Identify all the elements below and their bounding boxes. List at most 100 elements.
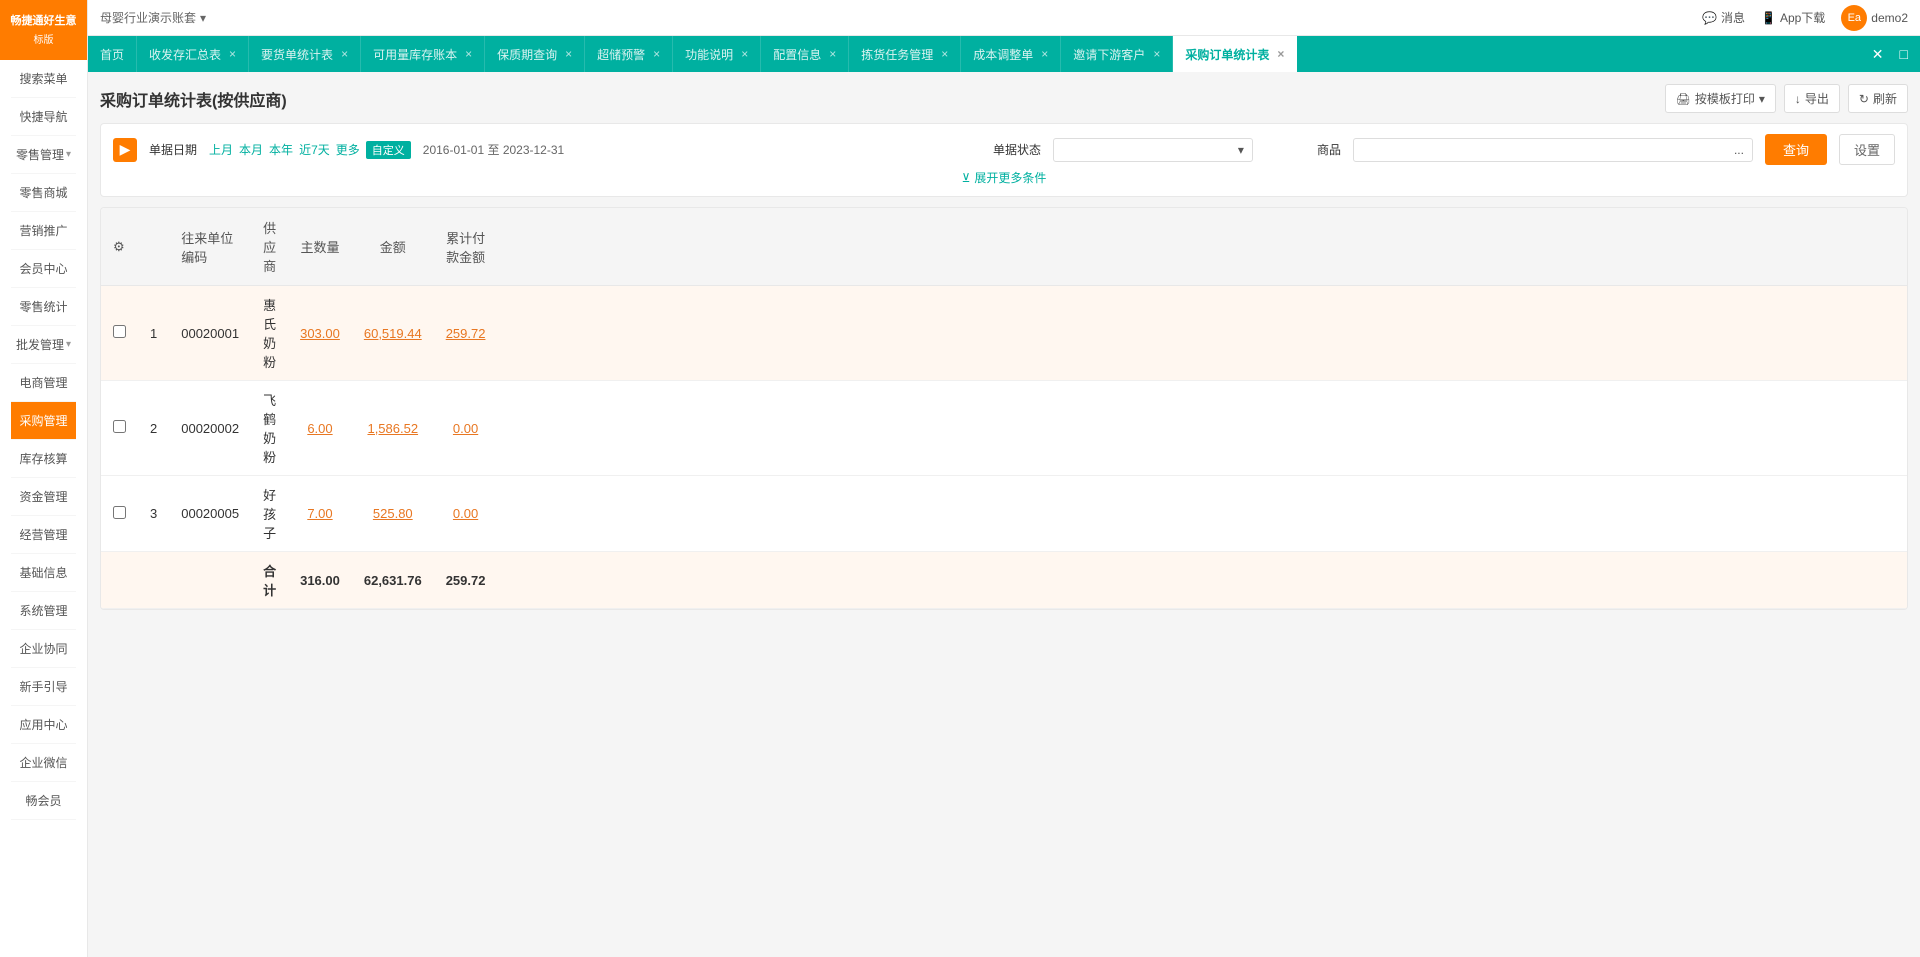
tab-label-11: 采购订单统计表: [1185, 46, 1269, 63]
sidebar-item-10[interactable]: 库存核算: [11, 440, 76, 478]
tab-item-0[interactable]: 首页: [88, 36, 137, 72]
export-button[interactable]: ↓ 导出: [1784, 84, 1840, 113]
tab-close-2[interactable]: ×: [341, 47, 348, 61]
tab-item-9[interactable]: 成本调整单×: [961, 36, 1061, 72]
avatar: Ea: [1841, 5, 1867, 31]
filter-toggle-btn[interactable]: ▶: [113, 138, 137, 162]
print-dropdown-icon: ▾: [1759, 92, 1765, 106]
sidebar-item-1[interactable]: 快捷导航: [11, 98, 76, 136]
tab-label-8: 拣货任务管理: [861, 46, 933, 63]
checkbox-1[interactable]: [113, 420, 126, 433]
sidebar-item-4[interactable]: 营销推广: [11, 212, 76, 250]
shortcut-7days[interactable]: 近7天: [299, 141, 330, 158]
settings-gear-icon[interactable]: ⚙: [113, 239, 125, 254]
tab-close-8[interactable]: ×: [941, 47, 948, 61]
sidebar-item-11[interactable]: 资金管理: [11, 478, 76, 516]
status-select[interactable]: ▾: [1053, 138, 1253, 162]
paid-link-1[interactable]: 0.00: [453, 421, 478, 436]
sidebar-item-label-14: 系统管理: [19, 602, 67, 619]
tab-close-10[interactable]: ×: [1153, 47, 1160, 61]
message-btn[interactable]: 💬 消息: [1702, 9, 1745, 26]
sidebar-item-9[interactable]: 采购管理: [11, 402, 76, 440]
tab-item-8[interactable]: 拣货任务管理 ×: [849, 36, 961, 72]
goods-input[interactable]: ...: [1353, 138, 1753, 162]
sidebar-item-19[interactable]: 畅会员: [11, 782, 76, 820]
tab-item-11[interactable]: 采购订单统计表 ×: [1173, 36, 1297, 72]
amount-link-1[interactable]: 1,586.52: [367, 421, 418, 436]
tab-label-6: 功能说明: [685, 46, 733, 63]
expand-more-btn[interactable]: ⊻ 展开更多条件: [113, 165, 1895, 186]
table-row: 2 00020002 飞鹤奶粉 6.00 1,586.52 0.00: [101, 381, 1907, 476]
row-checkbox-2[interactable]: [101, 476, 138, 552]
quantity-link-2[interactable]: 7.00: [307, 506, 332, 521]
tab-item-5[interactable]: 超储预警×: [585, 36, 673, 72]
amount-link-2[interactable]: 525.80: [373, 506, 413, 521]
sidebar-item-15[interactable]: 企业协同: [11, 630, 76, 668]
tab-item-7[interactable]: 配置信息 ×: [761, 36, 849, 72]
tab-close-7[interactable]: ×: [829, 47, 836, 61]
sidebar-item-0[interactable]: 搜索菜单: [11, 60, 76, 98]
date-range-display[interactable]: 2016-01-01 至 2023-12-31: [423, 141, 564, 158]
app-download-btn[interactable]: 📱 App下载: [1761, 9, 1825, 26]
tab-close-1[interactable]: ×: [229, 47, 236, 61]
goods-filter-label: 商品: [1317, 141, 1341, 158]
sidebar-item-label-1: 快捷导航: [19, 108, 67, 125]
sidebar-item-14[interactable]: 系统管理: [11, 592, 76, 630]
tab-label-7: 配置信息: [773, 46, 821, 63]
logo-sub: 标版: [34, 31, 54, 46]
shortcut-this-year[interactable]: 本年: [269, 141, 293, 158]
row-extra-0: [497, 286, 1907, 381]
row-paid-1: 0.00: [434, 381, 498, 476]
paid-link-0[interactable]: 259.72: [446, 326, 486, 341]
custom-date-badge[interactable]: 自定义: [366, 141, 411, 159]
tab-item-10[interactable]: 邀请下游客户×: [1061, 36, 1173, 72]
shortcut-more[interactable]: 更多: [336, 141, 360, 158]
checkbox-0[interactable]: [113, 325, 126, 338]
maximize-btn[interactable]: □: [1896, 44, 1912, 64]
sidebar-item-7[interactable]: 批发管理▾: [11, 326, 76, 364]
status-filter-label: 单据状态: [993, 141, 1041, 158]
tab-item-6[interactable]: 功能说明 ×: [673, 36, 761, 72]
sidebar-item-16[interactable]: 新手引导: [11, 668, 76, 706]
workspace-selector[interactable]: 母婴行业演示账套 ▾: [100, 9, 206, 26]
sidebar-item-2[interactable]: 零售管理▾: [11, 136, 76, 174]
tab-close-11[interactable]: ×: [1277, 47, 1284, 61]
sidebar-item-17[interactable]: 应用中心: [11, 706, 76, 744]
query-button[interactable]: 查询: [1765, 134, 1827, 165]
refresh-button[interactable]: ↻ 刷新: [1848, 84, 1908, 113]
amount-link-0[interactable]: 60,519.44: [364, 326, 422, 341]
data-table-wrap: ⚙ 往来单位编码 供应商 主数量 金额 累计付款金额 1 00020001: [100, 207, 1908, 610]
footer-checkbox: [101, 552, 138, 609]
tab-close-5[interactable]: ×: [653, 47, 660, 61]
quantity-link-0[interactable]: 303.00: [300, 326, 340, 341]
tab-item-3[interactable]: 可用量库存账本×: [361, 36, 485, 72]
tab-item-2[interactable]: 要货单统计表×: [249, 36, 361, 72]
sidebar-item-6[interactable]: 零售统计: [11, 288, 76, 326]
tab-item-4[interactable]: 保质期查询×: [485, 36, 585, 72]
paid-link-2[interactable]: 0.00: [453, 506, 478, 521]
row-checkbox-0[interactable]: [101, 286, 138, 381]
row-quantity-2: 7.00: [288, 476, 352, 552]
shortcut-this-month[interactable]: 本月: [239, 141, 263, 158]
sidebar-item-3[interactable]: 零售商城: [11, 174, 76, 212]
row-checkbox-1[interactable]: [101, 381, 138, 476]
tab-close-6[interactable]: ×: [741, 47, 748, 61]
quantity-link-1[interactable]: 6.00: [307, 421, 332, 436]
sidebar-item-18[interactable]: 企业微信: [11, 744, 76, 782]
shortcut-last-month[interactable]: 上月: [209, 141, 233, 158]
close-all-tabs-btn[interactable]: ✕: [1868, 44, 1888, 65]
sidebar-item-5[interactable]: 会员中心: [11, 250, 76, 288]
sidebar-item-12[interactable]: 经营管理: [11, 516, 76, 554]
print-button[interactable]: 🖨 按模板打印 ▾: [1665, 84, 1776, 113]
tab-item-1[interactable]: 收发存汇总表×: [137, 36, 249, 72]
tab-close-3[interactable]: ×: [465, 47, 472, 61]
date-filter-label: 单据日期: [149, 141, 197, 158]
checkbox-2[interactable]: [113, 506, 126, 519]
user-profile[interactable]: Ea demo2: [1841, 5, 1908, 31]
settings-button[interactable]: 设置: [1839, 134, 1895, 165]
sidebar-item-13[interactable]: 基础信息: [11, 554, 76, 592]
tab-close-4[interactable]: ×: [565, 47, 572, 61]
tab-close-9[interactable]: ×: [1041, 47, 1048, 61]
sidebar-item-8[interactable]: 电商管理: [11, 364, 76, 402]
sidebar: 畅捷通好生意 标版 搜索菜单快捷导航零售管理▾零售商城营销推广会员中心零售统计批…: [0, 0, 88, 957]
